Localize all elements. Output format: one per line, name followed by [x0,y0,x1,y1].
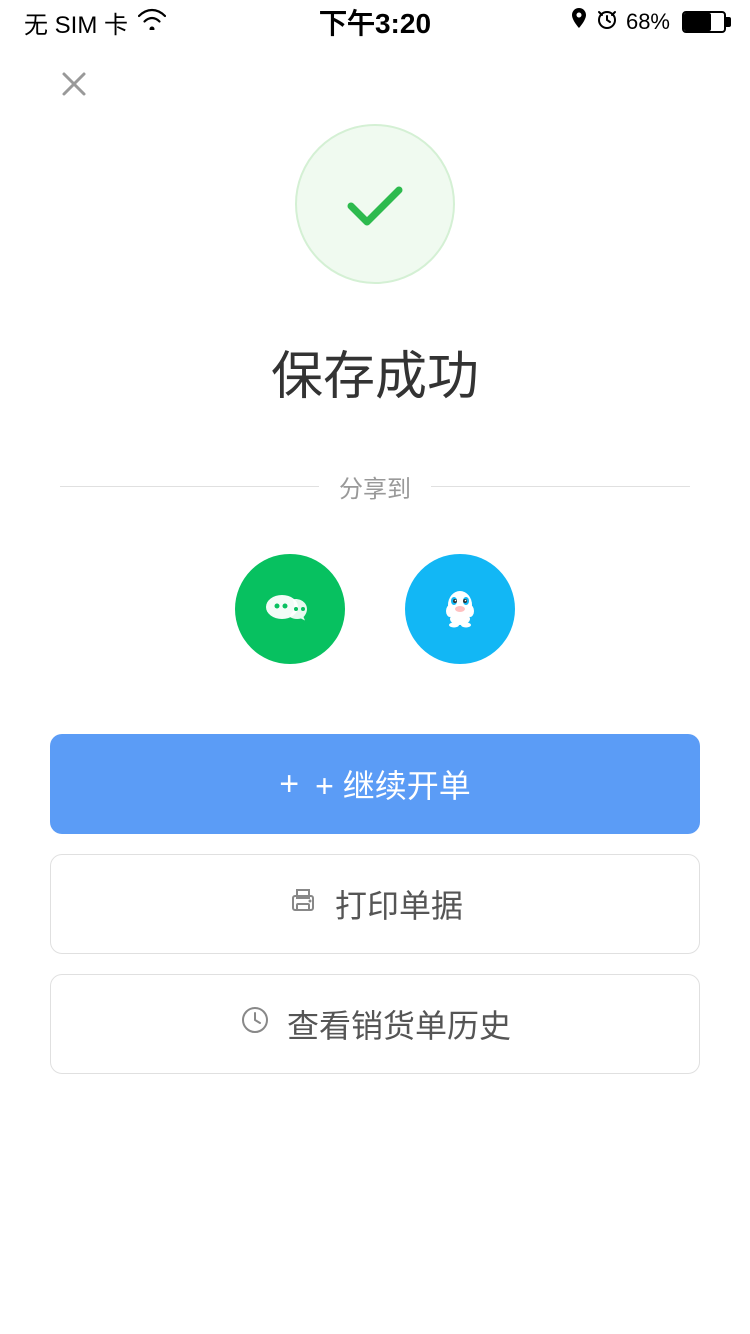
alarm-icon [596,8,618,36]
divider-line-left [60,486,319,487]
printer-icon [287,884,319,924]
success-icon-circle [295,124,455,284]
continue-order-button[interactable]: + + 继续开单 [50,734,700,834]
status-bar: 无 SIM 卡 下午3:20 68% [0,0,750,44]
history-icon [239,1004,271,1044]
wifi-icon [138,8,166,37]
history-button[interactable]: 查看销货单历史 [50,974,700,1074]
location-icon [570,8,588,36]
share-divider: 分享到 [0,469,750,504]
no-sim-label: 无 SIM 卡 [24,5,128,40]
plus-icon: + [279,765,299,804]
continue-order-label: + 继续开单 [315,761,471,807]
status-right: 68% [570,8,726,36]
action-buttons: + + 继续开单 打印单据 查看销货单历史 [0,734,750,1074]
share-label: 分享到 [339,469,411,504]
history-label: 查看销货单历史 [287,1001,511,1047]
wechat-share-button[interactable] [235,554,345,664]
qq-share-button[interactable] [405,554,515,664]
print-button[interactable]: 打印单据 [50,854,700,954]
success-title: 保存成功 [271,334,479,409]
battery-percent: 68% [626,9,670,35]
divider-line-right [431,486,690,487]
print-label: 打印单据 [335,881,463,927]
status-left: 无 SIM 卡 [24,5,166,40]
status-time: 下午3:20 [319,2,431,42]
close-button[interactable] [50,60,98,108]
battery-icon [682,11,726,33]
share-icons-container [235,554,515,664]
main-content: 保存成功 分享到 [0,44,750,1074]
